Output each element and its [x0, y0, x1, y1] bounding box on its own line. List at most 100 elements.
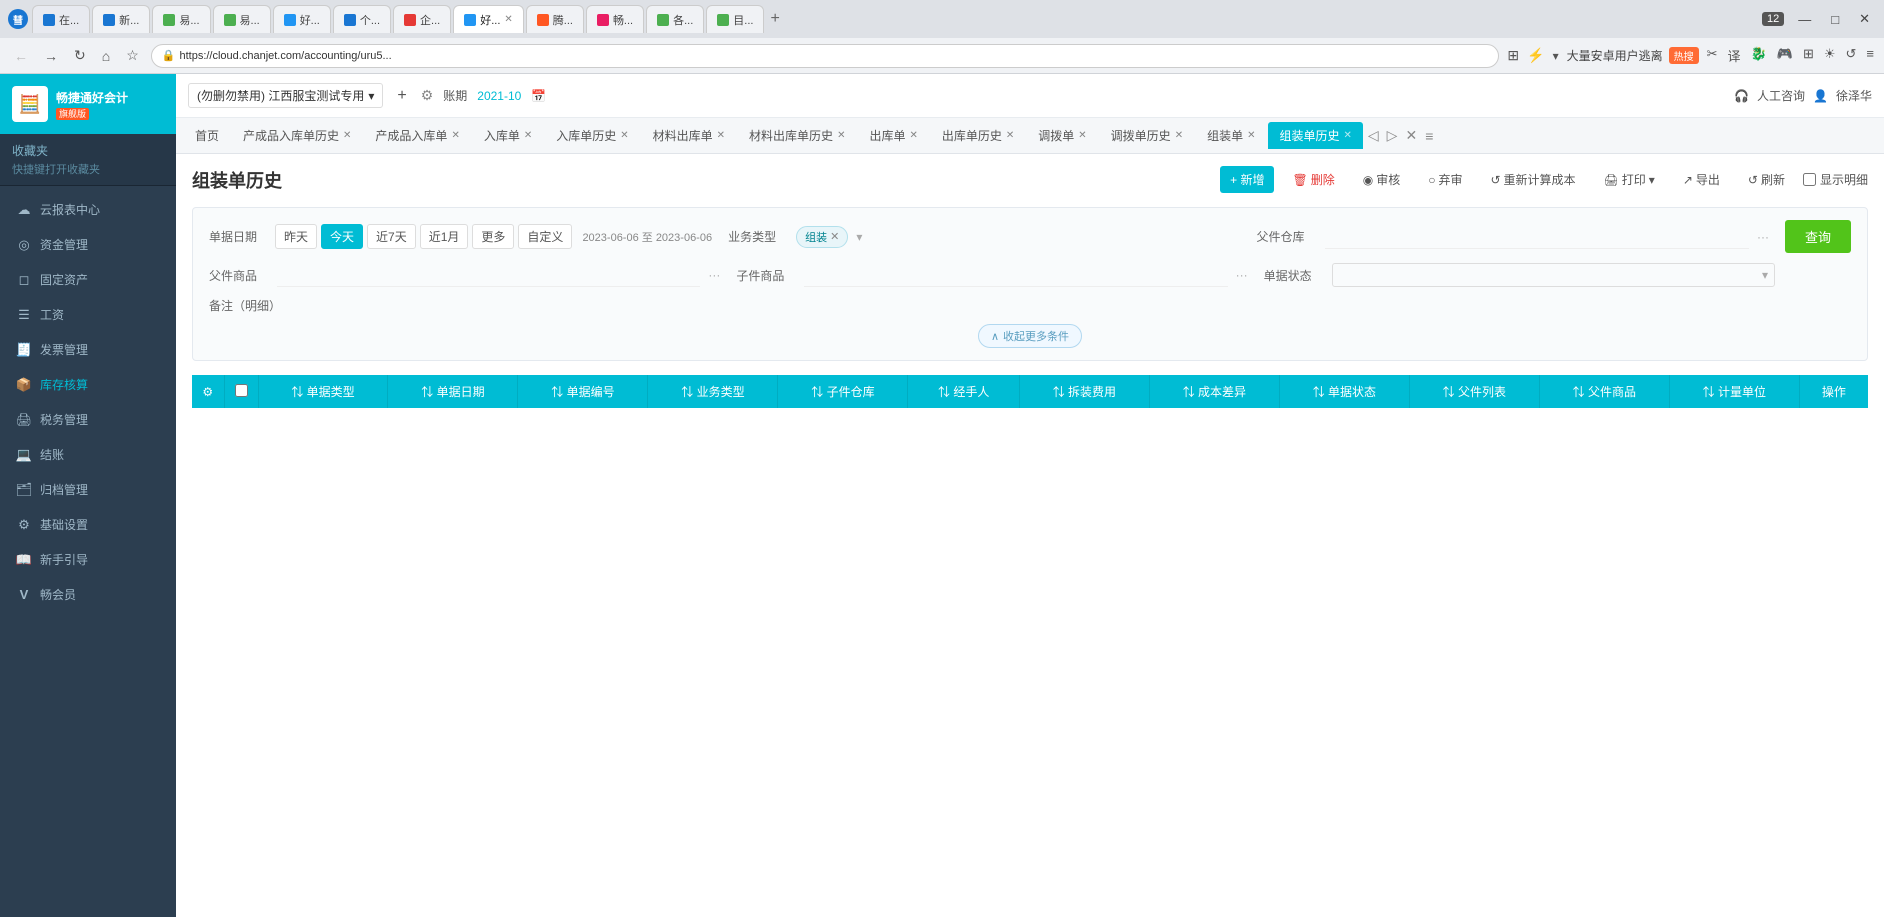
browser-tab-hao2[interactable]: 好... ✕: [453, 5, 524, 33]
tab-out[interactable]: 出库单 ✕: [858, 122, 928, 149]
browser-tab-xin[interactable]: 新...: [92, 5, 150, 33]
qr-icon[interactable]: ⊞: [1507, 47, 1519, 64]
tab-close-all-icon[interactable]: ✕: [1402, 127, 1420, 144]
tab-close-icon[interactable]: ✕: [524, 130, 532, 141]
browser-tab-mu[interactable]: 目...: [706, 5, 764, 33]
order-status-dropdown-icon[interactable]: ▾: [1762, 268, 1768, 282]
today-btn[interactable]: 今天: [321, 224, 363, 249]
refresh-button[interactable]: ↺ 刷新: [1738, 166, 1795, 193]
sidebar-item-fixed-assets[interactable]: ◻ 固定资产: [0, 262, 176, 297]
biz-type-dropdown-icon[interactable]: ▾: [856, 230, 862, 244]
sidebar-item-vip[interactable]: V 畅会员: [0, 577, 176, 612]
reload-button[interactable]: ↻: [70, 45, 90, 66]
sun-icon[interactable]: ☀: [1824, 46, 1836, 65]
undo-icon[interactable]: ↺: [1846, 46, 1857, 65]
show-detail-checkbox[interactable]: [1803, 173, 1816, 186]
tab-close-icon[interactable]: ✕: [909, 130, 917, 141]
tab-close-icon[interactable]: ✕: [837, 130, 845, 141]
tab-close-icon[interactable]: ✕: [717, 130, 725, 141]
close-icon[interactable]: ✕: [1853, 9, 1876, 29]
col-disassemble-fee[interactable]: ⇅ 拆装费用: [1019, 375, 1149, 408]
browser-tab-teng[interactable]: 腾...: [526, 5, 584, 33]
tab-mat-out[interactable]: 材料出库单 ✕: [642, 122, 736, 149]
child-goods-more-icon[interactable]: ···: [1236, 268, 1248, 282]
col-cost-diff[interactable]: ⇅ 成本差异: [1149, 375, 1279, 408]
sidebar-item-invoice[interactable]: 🧾 发票管理: [0, 332, 176, 367]
grid-icon[interactable]: ⊞: [1803, 46, 1814, 65]
month-btn[interactable]: 近1月: [420, 224, 469, 249]
query-button[interactable]: 查询: [1785, 220, 1851, 253]
dropdown-arrow[interactable]: ▾: [1553, 49, 1559, 63]
tab-close-icon[interactable]: ✕: [1344, 130, 1352, 141]
add-company-button[interactable]: +: [393, 87, 410, 105]
tab-transfer[interactable]: 调拨单 ✕: [1027, 122, 1097, 149]
sidebar-item-basic-settings[interactable]: ⚙ 基础设置: [0, 507, 176, 542]
browser-tab-ge2[interactable]: 各...: [646, 5, 704, 33]
bookmark-button[interactable]: ☆: [122, 45, 143, 66]
sidebar-item-tax[interactable]: 🖨 税务管理: [0, 402, 176, 437]
parent-warehouse-more-icon[interactable]: ···: [1757, 230, 1769, 244]
abandon-button[interactable]: ○ 弃审: [1418, 166, 1472, 193]
tab-home[interactable]: 首页: [184, 122, 230, 149]
calendar-icon[interactable]: 📅: [531, 89, 546, 103]
browser-tab-close[interactable]: ✕: [504, 14, 512, 25]
tab-close-icon[interactable]: ✕: [1006, 130, 1014, 141]
scissors-icon[interactable]: ✂: [1707, 46, 1718, 65]
new-tab-button[interactable]: +: [766, 10, 783, 28]
favorites-shortcut[interactable]: 快捷键打开收藏夹: [12, 161, 164, 177]
tab-prod-in[interactable]: 产成品入库单 ✕: [364, 122, 470, 149]
add-button[interactable]: + 新增: [1220, 166, 1274, 193]
more-btn[interactable]: 更多: [472, 224, 514, 249]
translate-icon[interactable]: 译: [1728, 46, 1741, 65]
tab-assembly-hist[interactable]: 组装单历史 ✕: [1268, 122, 1362, 149]
col-date[interactable]: ⇅ 单据日期: [388, 375, 518, 408]
col-number[interactable]: ⇅ 单据编号: [518, 375, 648, 408]
yesterday-btn[interactable]: 昨天: [275, 224, 317, 249]
col-parent-goods[interactable]: ⇅ 父件商品: [1539, 375, 1669, 408]
back-button[interactable]: ←: [10, 46, 32, 66]
address-bar[interactable]: 🔒 https://cloud.chanjet.com/accounting/u…: [151, 44, 1500, 68]
sidebar-item-inventory[interactable]: 📦 库存核算: [0, 367, 176, 402]
tab-next-icon[interactable]: ▷: [1384, 127, 1401, 144]
tab-close-icon[interactable]: ✕: [1078, 130, 1086, 141]
tab-out-hist[interactable]: 出库单历史 ✕: [931, 122, 1025, 149]
tab-close-icon[interactable]: ✕: [1175, 130, 1183, 141]
audit-button[interactable]: ◉ 审核: [1353, 166, 1411, 193]
sidebar-item-checkout[interactable]: 💻 结账: [0, 437, 176, 472]
tab-assembly[interactable]: 组装单 ✕: [1196, 122, 1266, 149]
week-btn[interactable]: 近7天: [367, 224, 416, 249]
delete-button[interactable]: 🗑 删除: [1282, 166, 1344, 193]
col-biz-type[interactable]: ⇅ 业务类型: [648, 375, 778, 408]
browser-tab-yi2[interactable]: 易...: [213, 5, 271, 33]
browser-tab-yi1[interactable]: 易...: [152, 5, 210, 33]
minimize-icon[interactable]: —: [1792, 10, 1817, 29]
sidebar-item-payroll[interactable]: ☰ 工资: [0, 297, 176, 332]
col-unit[interactable]: ⇅ 计量单位: [1669, 375, 1799, 408]
sidebar-item-cloud-report[interactable]: ☁ 云报表中心: [0, 192, 176, 227]
company-settings-icon[interactable]: ⚙: [421, 87, 434, 104]
tab-menu-icon[interactable]: ≡: [1422, 128, 1436, 144]
tab-close-icon[interactable]: ✕: [1247, 130, 1255, 141]
table-settings-icon[interactable]: ⚙: [202, 385, 213, 399]
favorites-title[interactable]: 收藏夹: [12, 142, 164, 159]
forward-button[interactable]: →: [40, 46, 62, 66]
sidebar-item-guide[interactable]: 📖 新手引导: [0, 542, 176, 577]
col-type[interactable]: ⇅ 单据类型: [258, 375, 388, 408]
tab-mat-out-hist[interactable]: 材料出库单历史 ✕: [738, 122, 856, 149]
game-icon[interactable]: 🎮: [1777, 46, 1793, 65]
emoji-icon[interactable]: 🐉: [1751, 46, 1767, 65]
print-button[interactable]: 🖨 打印 ▾: [1594, 166, 1665, 193]
tab-close-icon[interactable]: ✕: [620, 130, 628, 141]
show-detail-label[interactable]: 显示明细: [1803, 171, 1868, 188]
select-all-checkbox[interactable]: [235, 384, 248, 397]
tab-close-icon[interactable]: ✕: [343, 130, 351, 141]
export-button[interactable]: ↗ 导出: [1673, 166, 1730, 193]
tab-prev-icon[interactable]: ◁: [1365, 127, 1382, 144]
tab-prod-in-hist[interactable]: 产成品入库单历史 ✕: [232, 122, 362, 149]
table-check-th[interactable]: [224, 375, 258, 408]
sidebar-item-archive[interactable]: 🗂 归档管理: [0, 472, 176, 507]
parent-goods-more-icon[interactable]: ···: [708, 268, 720, 282]
recalculate-button[interactable]: ↺ 重新计算成本: [1480, 166, 1585, 193]
tab-in-hist[interactable]: 入库单历史 ✕: [545, 122, 639, 149]
custom-btn[interactable]: 自定义: [518, 224, 572, 249]
